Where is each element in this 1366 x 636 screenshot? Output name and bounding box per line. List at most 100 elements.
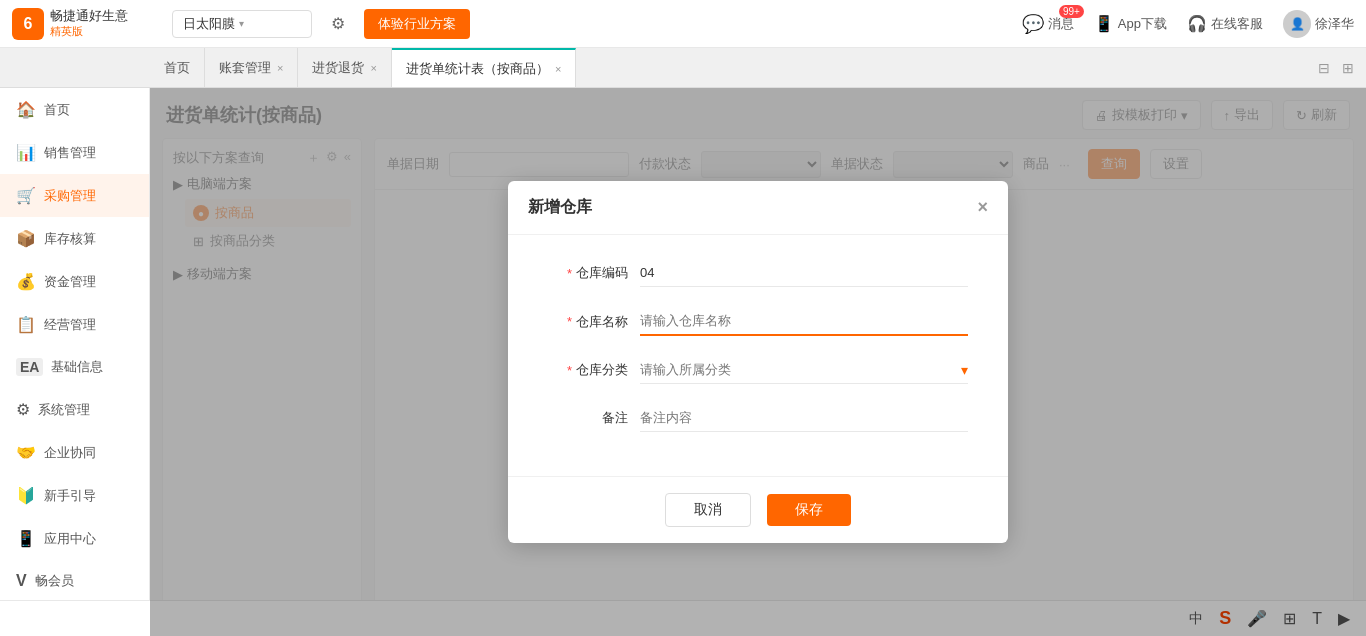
form-row-code: * 仓库编码	[548, 259, 968, 287]
sidebar-item-basicinfo-label: 基础信息	[51, 358, 103, 376]
settings-icon[interactable]: ⚙	[322, 8, 354, 40]
dialog-close-button[interactable]: ×	[977, 197, 988, 218]
remark-label: 备注	[548, 409, 628, 427]
tab-purchase-stats-close[interactable]: ×	[555, 63, 561, 75]
messages-badge: 99+	[1059, 5, 1084, 18]
operations-icon: 📋	[16, 315, 36, 334]
tab-minimize-icon[interactable]: ⊟	[1314, 56, 1334, 80]
warehouse-remark-input[interactable]	[640, 404, 968, 432]
sidebar-item-system-label: 系统管理	[38, 401, 90, 419]
dialog-body: * 仓库编码 * 仓库名称	[508, 235, 1008, 476]
dialog-add-warehouse: 新增仓库 × * 仓库编码 *	[508, 181, 1008, 543]
dialog-footer: 取消 保存	[508, 476, 1008, 543]
code-label: * 仓库编码	[548, 264, 628, 282]
content-area: 进货单统计(按商品) 🖨 按模板打印 ▾ ↑ 导出 ↻ 刷新	[150, 88, 1366, 636]
required-marker-cat: *	[567, 363, 572, 378]
sidebar-item-sales-label: 销售管理	[44, 144, 96, 162]
logo-area: 6 畅捷通好生意 精英版	[12, 8, 162, 40]
finance-icon: 💰	[16, 272, 36, 291]
trial-button[interactable]: 体验行业方案	[364, 9, 470, 39]
store-name: 日太阳膜	[183, 15, 235, 33]
tab-expand-icon[interactable]: ⊞	[1338, 56, 1358, 80]
sidebar-item-system[interactable]: ⚙ 系统管理	[0, 388, 149, 431]
top-header: 6 畅捷通好生意 精英版 日太阳膜 ▾ ⚙ 体验行业方案 💬 消息 99+ 📱 …	[0, 0, 1366, 48]
sidebar-item-apps[interactable]: 📱 应用中心	[0, 517, 149, 560]
guide-icon: 🔰	[16, 486, 36, 505]
tab-actions: ⊟ ⊞	[1314, 56, 1366, 80]
username: 徐泽华	[1315, 15, 1354, 33]
sidebar-item-inventory-label: 库存核算	[44, 230, 96, 248]
tab-account[interactable]: 账套管理 ×	[205, 48, 298, 87]
tab-home[interactable]: 首页	[150, 48, 205, 87]
form-row-category: * 仓库分类 ▾	[548, 356, 968, 384]
online-service-label: 在线客服	[1211, 15, 1263, 33]
basicinfo-icon: EA	[16, 358, 43, 376]
sidebar-item-apps-label: 应用中心	[44, 530, 96, 548]
warehouse-code-input[interactable]	[640, 259, 968, 287]
logo-sub: 精英版	[50, 24, 128, 39]
sidebar-item-sales[interactable]: 📊 销售管理	[0, 131, 149, 174]
sidebar-item-finance[interactable]: 💰 资金管理	[0, 260, 149, 303]
sidebar-item-home[interactable]: 🏠 首页	[0, 88, 149, 131]
form-row-name: * 仓库名称	[548, 307, 968, 336]
chevron-down-icon: ▾	[239, 18, 244, 29]
category-label: * 仓库分类	[548, 361, 628, 379]
warehouse-category-input[interactable]	[640, 356, 961, 383]
dialog-title: 新增仓库	[528, 197, 592, 218]
tab-home-label: 首页	[164, 59, 190, 77]
tab-account-close[interactable]: ×	[277, 62, 283, 74]
dialog-header: 新增仓库 ×	[508, 181, 1008, 235]
header-right: 💬 消息 99+ 📱 App下载 🎧 在线客服 👤 徐泽华	[1022, 10, 1354, 38]
form-row-remark: 备注	[548, 404, 968, 432]
sidebar-item-vip[interactable]: V 畅会员	[0, 560, 149, 602]
messages-button[interactable]: 💬 消息 99+	[1022, 13, 1074, 35]
tab-bar: 首页 账套管理 × 进货退货 × 进货单统计表（按商品） × ⊟ ⊞	[0, 48, 1366, 88]
required-marker: *	[567, 266, 572, 281]
home-icon: 🏠	[16, 100, 36, 119]
save-button[interactable]: 保存	[767, 494, 851, 526]
sidebar: 🏠 首页 📊 销售管理 🛒 采购管理 📦 库存核算 💰 资金管理 📋 经营管理 …	[0, 88, 150, 636]
overlay: 新增仓库 × * 仓库编码 *	[150, 88, 1366, 636]
system-icon: ⚙	[16, 400, 30, 419]
sidebar-item-purchase[interactable]: 🛒 采购管理	[0, 174, 149, 217]
user-profile[interactable]: 👤 徐泽华	[1283, 10, 1354, 38]
cancel-button[interactable]: 取消	[665, 493, 751, 527]
tab-purchase-stats-label: 进货单统计表（按商品）	[406, 60, 549, 78]
tab-purchase-return[interactable]: 进货退货 ×	[298, 48, 391, 87]
sidebar-item-guide[interactable]: 🔰 新手引导	[0, 474, 149, 517]
tab-purchase-return-label: 进货退货	[312, 59, 364, 77]
name-label: * 仓库名称	[548, 313, 628, 331]
sidebar-item-home-label: 首页	[44, 101, 70, 119]
sidebar-item-operations[interactable]: 📋 经营管理	[0, 303, 149, 346]
sidebar-item-guide-label: 新手引导	[44, 487, 96, 505]
sidebar-item-finance-label: 资金管理	[44, 273, 96, 291]
category-input-wrapper[interactable]: ▾	[640, 356, 968, 384]
sidebar-item-enterprise-label: 企业协同	[44, 444, 96, 462]
sidebar-item-purchase-label: 采购管理	[44, 187, 96, 205]
apps-icon: 📱	[16, 529, 36, 548]
required-marker-name: *	[567, 314, 572, 329]
logo-icon: 6	[12, 8, 44, 40]
sales-icon: 📊	[16, 143, 36, 162]
warehouse-name-input[interactable]	[640, 307, 968, 336]
tab-account-label: 账套管理	[219, 59, 271, 77]
app-download-button[interactable]: 📱 App下载	[1094, 14, 1167, 33]
sidebar-item-basicinfo[interactable]: EA 基础信息	[0, 346, 149, 388]
sidebar-item-inventory[interactable]: 📦 库存核算	[0, 217, 149, 260]
tab-purchase-return-close[interactable]: ×	[370, 62, 376, 74]
category-dropdown-icon[interactable]: ▾	[961, 362, 968, 378]
purchase-icon: 🛒	[16, 186, 36, 205]
vip-icon: V	[16, 572, 27, 590]
online-service-button[interactable]: 🎧 在线客服	[1187, 14, 1263, 33]
main-layout: 🏠 首页 📊 销售管理 🛒 采购管理 📦 库存核算 💰 资金管理 📋 经营管理 …	[0, 88, 1366, 636]
sidebar-item-enterprise[interactable]: 🤝 企业协同	[0, 431, 149, 474]
app-download-label: App下载	[1118, 15, 1167, 33]
enterprise-icon: 🤝	[16, 443, 36, 462]
inventory-icon: 📦	[16, 229, 36, 248]
tab-purchase-stats[interactable]: 进货单统计表（按商品） ×	[392, 48, 576, 87]
store-selector[interactable]: 日太阳膜 ▾	[172, 10, 312, 38]
sidebar-item-operations-label: 经营管理	[44, 316, 96, 334]
sidebar-item-vip-label: 畅会员	[35, 572, 74, 590]
logo-title: 畅捷通好生意	[50, 8, 128, 24]
avatar: 👤	[1283, 10, 1311, 38]
